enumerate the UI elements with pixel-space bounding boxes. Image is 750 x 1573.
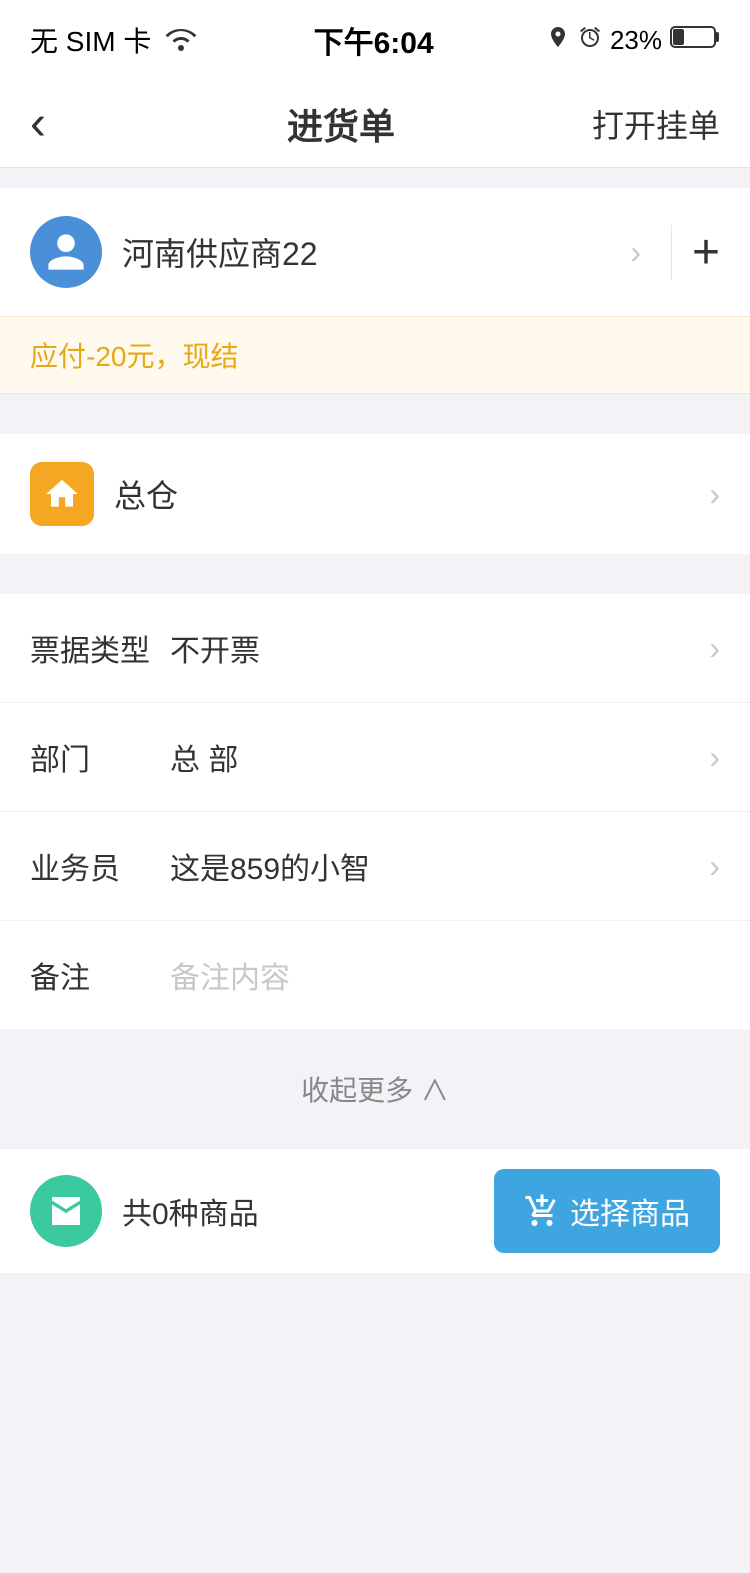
product-count: 共0种商品	[122, 1189, 494, 1233]
cart-add-icon	[524, 1193, 560, 1229]
status-left: 无 SIM 卡	[30, 20, 201, 60]
department-chevron-icon: ›	[709, 739, 720, 776]
alert-text: 应付-20元，现结	[30, 341, 238, 372]
supplier-avatar	[30, 216, 102, 288]
invoice-type-value: 不开票	[170, 626, 709, 670]
add-supplier-button[interactable]: +	[671, 225, 720, 280]
nav-bar: ‹ 进货单 打开挂单	[0, 80, 750, 168]
content-area	[0, 1273, 750, 1573]
open-pending-button[interactable]: 打开挂单	[592, 101, 720, 147]
time-label: 下午6:04	[314, 18, 434, 62]
remark-label: 备注	[30, 953, 170, 997]
status-right: 23%	[546, 24, 720, 56]
product-icon	[30, 1175, 102, 1247]
salesperson-row[interactable]: 业务员 这是859的小智 ›	[0, 812, 750, 921]
select-product-button[interactable]: 选择商品	[494, 1169, 720, 1253]
warehouse-name: 总仓	[114, 471, 709, 517]
alert-banner: 应付-20元，现结	[0, 316, 750, 394]
salesperson-label: 业务员	[30, 844, 170, 888]
warehouse-section: 总仓 ›	[0, 434, 750, 554]
department-value: 总 部	[170, 735, 709, 779]
salesperson-value: 这是859的小智	[170, 844, 709, 888]
bottom-bar: 共0种商品 选择商品	[0, 1149, 750, 1273]
select-product-label: 选择商品	[570, 1189, 690, 1233]
supplier-section: 河南供应商22 › + 应付-20元，现结	[0, 188, 750, 394]
supplier-name: 河南供应商22	[122, 229, 630, 275]
warehouse-icon	[30, 462, 94, 526]
supplier-chevron-icon: ›	[630, 234, 641, 271]
salesperson-chevron-icon: ›	[709, 848, 720, 885]
wifi-icon	[161, 23, 201, 58]
remark-input[interactable]: 备注内容	[170, 953, 720, 997]
carrier-label: 无 SIM 卡	[30, 20, 151, 60]
battery-icon	[670, 24, 720, 56]
alarm-icon	[578, 24, 602, 56]
status-bar: 无 SIM 卡 下午6:04 23%	[0, 0, 750, 80]
remark-row[interactable]: 备注 备注内容	[0, 921, 750, 1029]
invoice-type-row[interactable]: 票据类型 不开票 ›	[0, 594, 750, 703]
page-title: 进货单	[287, 98, 395, 150]
divider-3	[0, 554, 750, 574]
battery-label: 23%	[610, 25, 662, 56]
department-row[interactable]: 部门 总 部 ›	[0, 703, 750, 812]
location-icon	[546, 24, 570, 56]
back-button[interactable]: ‹	[30, 96, 90, 151]
invoice-type-chevron-icon: ›	[709, 630, 720, 667]
department-label: 部门	[30, 735, 170, 779]
warehouse-chevron-icon: ›	[709, 476, 720, 513]
collapse-button[interactable]: 收起更多 ∧	[0, 1049, 750, 1129]
invoice-type-label: 票据类型	[30, 626, 170, 670]
collapse-label: 收起更多 ∧	[301, 1069, 449, 1109]
divider-2	[0, 394, 750, 414]
form-section: 票据类型 不开票 › 部门 总 部 › 业务员 这是859的小智 › 备注 备注…	[0, 594, 750, 1029]
supplier-row[interactable]: 河南供应商22 › +	[0, 188, 750, 316]
warehouse-row[interactable]: 总仓 ›	[0, 434, 750, 554]
divider-1	[0, 168, 750, 188]
